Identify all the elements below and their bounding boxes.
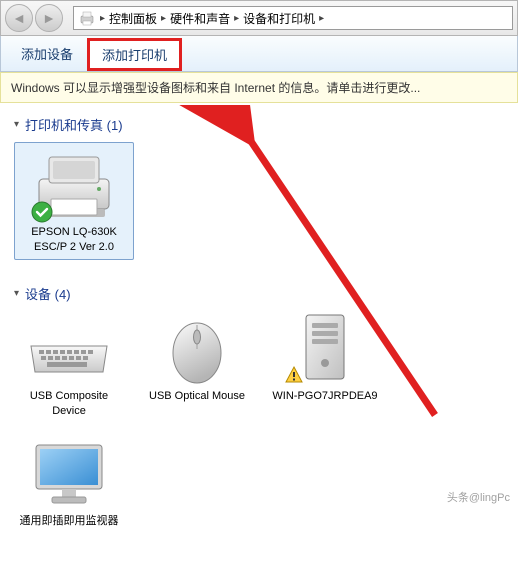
navigation-bar: ◄ ► ▸ 控制面板 ▸ 硬件和声音 ▸ 设备和打印机 ▸ (0, 0, 518, 36)
add-printer-button[interactable]: 添加打印机 (87, 38, 182, 71)
device-label: WIN-PGO7JRPDEA9 (272, 389, 377, 404)
chevron-right-icon: ▸ (100, 13, 105, 24)
caret-down-icon: ▾ (14, 288, 19, 299)
watermark: 头条@lingPc (447, 489, 510, 505)
forward-arrow-icon: ► (42, 10, 56, 26)
group-title: 设备 (4) (25, 284, 71, 303)
address-bar[interactable]: ▸ 控制面板 ▸ 硬件和声音 ▸ 设备和打印机 ▸ (73, 6, 513, 30)
device-item-computer[interactable]: WIN-PGO7JRPDEA9 (270, 311, 380, 419)
toolbar: 添加设备 添加打印机 (0, 36, 518, 72)
keyboard-icon (24, 311, 114, 385)
breadcrumb-item[interactable]: 硬件和声音 (170, 10, 230, 27)
monitor-icon (24, 436, 114, 510)
checkmark-badge-icon (31, 201, 53, 223)
breadcrumb: ▸ 控制面板 ▸ 硬件和声音 ▸ 设备和打印机 ▸ (96, 10, 328, 27)
printer-item[interactable]: EPSON LQ-630K ESC/P 2 Ver 2.0 (14, 142, 134, 260)
device-label: EPSON LQ-630K ESC/P 2 Ver 2.0 (19, 225, 129, 255)
device-item-usb-composite[interactable]: USB Composite Device (14, 311, 124, 419)
device-label: 通用即插即用监视器 (20, 514, 119, 529)
breadcrumb-item[interactable]: 控制面板 (109, 10, 157, 27)
warning-badge-icon (284, 365, 304, 385)
chevron-right-icon: ▸ (319, 13, 324, 24)
devices-row: USB Composite Device USB Optical Mouse (14, 311, 504, 530)
chevron-right-icon: ▸ (161, 13, 166, 24)
device-label: USB Optical Mouse (149, 389, 245, 404)
group-title: 打印机和传真 (1) (25, 115, 123, 134)
printer-icon (29, 147, 119, 221)
group-header-devices[interactable]: ▾ 设备 (4) (14, 284, 504, 303)
printers-row: EPSON LQ-630K ESC/P 2 Ver 2.0 (14, 142, 504, 260)
breadcrumb-item[interactable]: 设备和打印机 (243, 10, 315, 27)
mouse-icon (152, 311, 242, 385)
printer-small-icon (78, 10, 96, 26)
add-device-button[interactable]: 添加设备 (7, 38, 87, 71)
computer-tower-icon (280, 311, 370, 385)
device-item-monitor[interactable]: 通用即插即用监视器 (14, 436, 124, 529)
device-item-usb-mouse[interactable]: USB Optical Mouse (142, 311, 252, 419)
group-header-printers[interactable]: ▾ 打印机和传真 (1) (14, 115, 504, 134)
device-label: USB Composite Device (14, 389, 124, 419)
content-area: ▾ 打印机和传真 (1) EPSON LQ-630K ESC (0, 103, 518, 565)
info-bar[interactable]: Windows 可以显示增强型设备图标和来自 Internet 的信息。请单击进… (0, 72, 518, 103)
forward-button[interactable]: ► (35, 4, 63, 32)
back-button[interactable]: ◄ (5, 4, 33, 32)
chevron-right-icon: ▸ (234, 13, 239, 24)
caret-down-icon: ▾ (14, 119, 19, 130)
nav-buttons: ◄ ► (5, 4, 63, 32)
back-arrow-icon: ◄ (12, 10, 26, 26)
